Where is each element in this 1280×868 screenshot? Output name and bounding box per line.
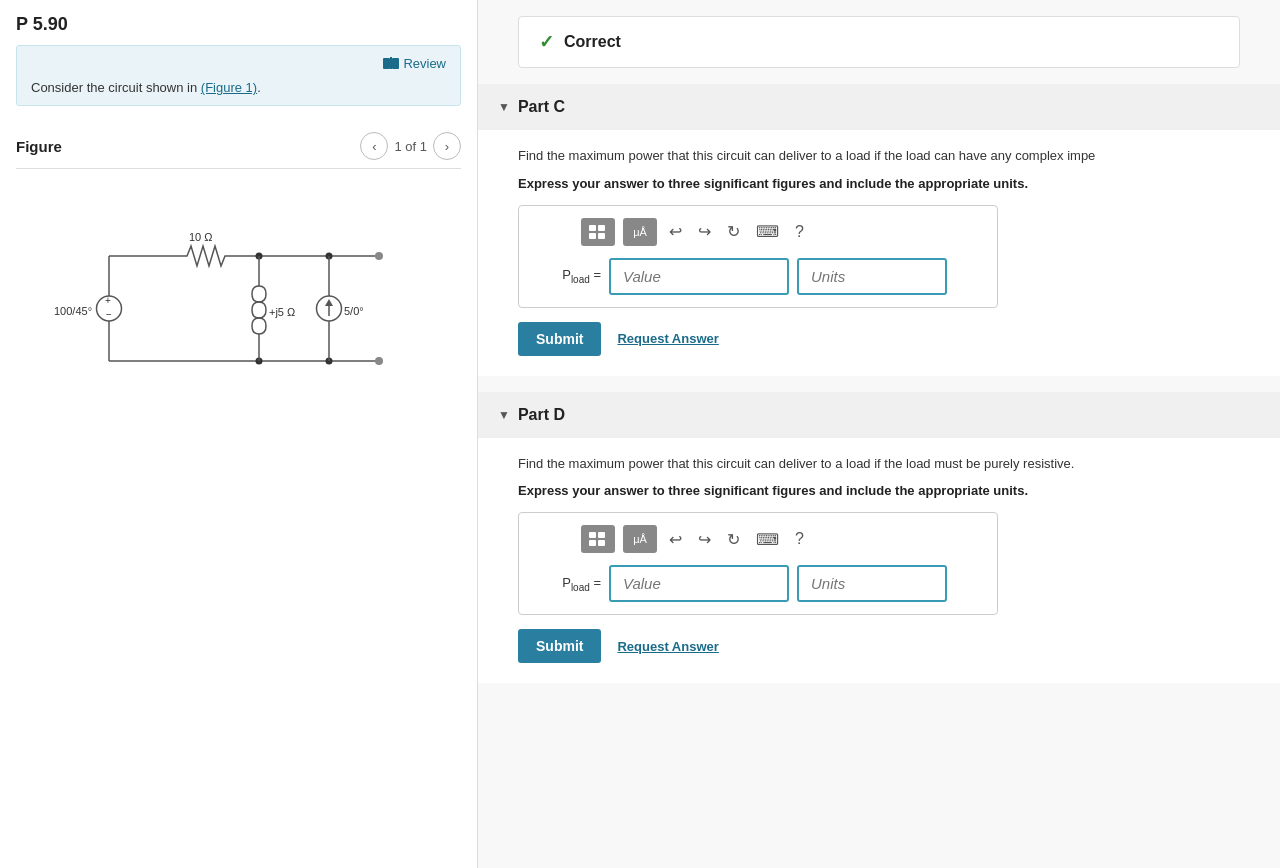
part-d-toolbar: μÅ ↩ ↪ ↻ ⌨ [531, 525, 985, 553]
keyboard-button-d[interactable]: ⌨ [752, 525, 783, 553]
mu-label-c: μÅ [633, 226, 647, 238]
svg-rect-33 [589, 233, 596, 239]
part-c-instruction: Express your answer to three significant… [518, 176, 1260, 191]
part-c-toolbar: μÅ ↩ ↪ ↻ ⌨ [531, 218, 985, 246]
part-d-label: Part D [518, 406, 565, 424]
part-d-answer-box: μÅ ↩ ↪ ↻ ⌨ [518, 512, 998, 615]
review-label: Review [403, 56, 446, 71]
figure-section: Figure ‹ 1 of 1 › 10 Ω [0, 122, 477, 431]
svg-rect-31 [589, 225, 596, 231]
part-d-action-row: Submit Request Answer [518, 629, 1260, 663]
correct-text: Correct [564, 33, 621, 51]
part-d-request-answer-button[interactable]: Request Answer [617, 639, 718, 654]
prev-figure-button[interactable]: ‹ [360, 132, 388, 160]
part-c-action-row: Submit Request Answer [518, 322, 1260, 356]
help-button-d[interactable]: ? [791, 525, 808, 553]
part-d-units-input[interactable] [797, 565, 947, 602]
svg-text:100/45°: 100/45° [54, 305, 92, 317]
svg-text:5/0°: 5/0° [344, 305, 364, 317]
svg-rect-2 [392, 58, 399, 69]
left-panel: P 5.90 Review Consider the circuit shown… [0, 0, 478, 868]
grid-button-d[interactable] [581, 525, 615, 553]
figure-link[interactable]: (Figure 1) [201, 80, 257, 95]
part-c-value-input[interactable] [609, 258, 789, 295]
part-c-label: Part C [518, 98, 565, 116]
problem-title: P 5.90 [0, 0, 477, 45]
right-panel: ✓ Correct ▼ Part C Find the maximum powe… [478, 0, 1280, 868]
circuit-diagram: 10 Ω [16, 181, 461, 421]
part-c-submit-button[interactable]: Submit [518, 322, 601, 356]
book-icon [383, 57, 399, 70]
part-c-variable-label: Pload = [531, 267, 601, 285]
part-d-header[interactable]: ▼ Part D [478, 392, 1280, 438]
part-c-units-input[interactable] [797, 258, 947, 295]
part-d-description: Find the maximum power that this circuit… [518, 454, 1260, 474]
help-button-c[interactable]: ? [791, 218, 808, 246]
refresh-button-c[interactable]: ↻ [723, 218, 744, 246]
refresh-button-d[interactable]: ↻ [723, 525, 744, 553]
grid-icon-c [589, 225, 607, 239]
svg-text:+: + [105, 295, 111, 306]
svg-rect-34 [598, 233, 605, 239]
undo-button-d[interactable]: ↩ [665, 525, 686, 553]
svg-text:−: − [106, 309, 112, 320]
svg-rect-0 [383, 58, 390, 69]
svg-rect-1 [390, 57, 392, 69]
svg-rect-37 [589, 540, 596, 546]
svg-text:+j5 Ω: +j5 Ω [269, 306, 295, 318]
part-c-input-row: Pload = [531, 258, 985, 295]
part-c-answer-box: μÅ ↩ ↪ ↻ ⌨ [518, 205, 998, 308]
svg-point-7 [375, 252, 383, 260]
svg-marker-28 [325, 299, 333, 306]
redo-button-d[interactable]: ↪ [694, 525, 715, 553]
keyboard-button-c[interactable]: ⌨ [752, 218, 783, 246]
next-figure-button[interactable]: › [433, 132, 461, 160]
info-text: Consider the circuit shown in (Figure 1)… [31, 80, 446, 95]
mu-button-d[interactable]: μÅ [623, 525, 657, 553]
mu-button-c[interactable]: μÅ [623, 218, 657, 246]
info-box: Review Consider the circuit shown in (Fi… [16, 45, 461, 106]
svg-rect-38 [598, 540, 605, 546]
grid-icon-d [589, 532, 607, 546]
part-c-body: Find the maximum power that this circuit… [478, 130, 1280, 376]
part-d-submit-button[interactable]: Submit [518, 629, 601, 663]
part-c-arrow: ▼ [498, 100, 510, 114]
svg-point-13 [375, 357, 383, 365]
part-c-header[interactable]: ▼ Part C [478, 84, 1280, 130]
part-d-input-row: Pload = [531, 565, 985, 602]
part-d-arrow: ▼ [498, 408, 510, 422]
review-link[interactable]: Review [383, 56, 446, 71]
svg-rect-32 [598, 225, 605, 231]
part-d-value-input[interactable] [609, 565, 789, 602]
svg-rect-36 [598, 532, 605, 538]
redo-button-c[interactable]: ↪ [694, 218, 715, 246]
mu-label-d: μÅ [633, 533, 647, 545]
correct-check-icon: ✓ [539, 31, 554, 53]
figure-header: Figure ‹ 1 of 1 › [16, 132, 461, 169]
correct-banner: ✓ Correct [518, 16, 1240, 68]
part-d-variable-label: Pload = [531, 575, 601, 593]
circuit-svg: 10 Ω [49, 201, 429, 401]
undo-button-c[interactable]: ↩ [665, 218, 686, 246]
part-c-section: ▼ Part C Find the maximum power that thi… [478, 84, 1280, 376]
grid-button-c[interactable] [581, 218, 615, 246]
figure-page: 1 of 1 [394, 139, 427, 154]
part-d-section: ▼ Part D Find the maximum power that thi… [478, 392, 1280, 684]
svg-rect-35 [589, 532, 596, 538]
part-c-description: Find the maximum power that this circuit… [518, 146, 1260, 166]
svg-text:10 Ω: 10 Ω [189, 231, 213, 243]
figure-nav: ‹ 1 of 1 › [360, 132, 461, 160]
figure-title: Figure [16, 138, 62, 155]
part-d-instruction: Express your answer to three significant… [518, 483, 1260, 498]
part-d-body: Find the maximum power that this circuit… [478, 438, 1280, 684]
part-c-request-answer-button[interactable]: Request Answer [617, 331, 718, 346]
